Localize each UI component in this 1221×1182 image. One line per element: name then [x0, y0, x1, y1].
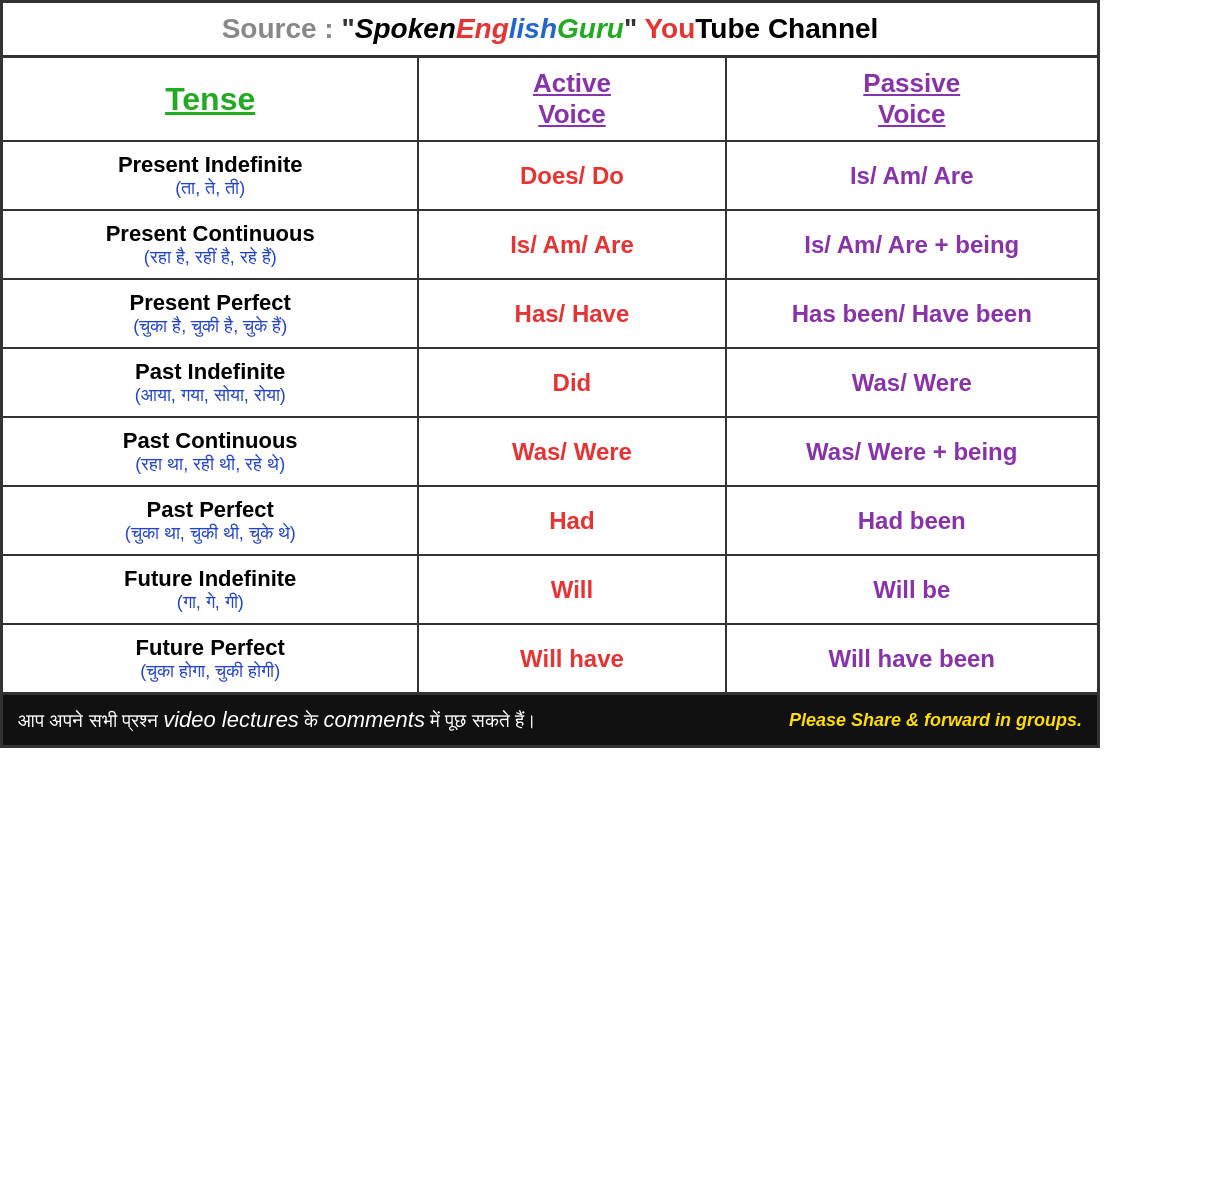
source-label: Source :	[222, 13, 334, 44]
table-row: Future Indefinite(गा, गे, गी)WillWill be	[2, 555, 1099, 624]
tense-cell: Past Indefinite(आया, गया, सोया, रोया)	[2, 348, 419, 417]
tense-cell: Present Indefinite(ता, ते, ती)	[2, 141, 419, 210]
active-cell: Was/ Were	[418, 417, 725, 486]
passive-cell: Is/ Am/ Are	[726, 141, 1099, 210]
spoken-text: Spoken	[355, 13, 456, 44]
table-row: Future Perfect(चुका होगा, चुकी होगी)Will…	[2, 624, 1099, 694]
passive-cell: Was/ Were	[726, 348, 1099, 417]
active-cell: Will	[418, 555, 725, 624]
open-quote: "	[341, 13, 354, 44]
passive-cell: Was/ Were + being	[726, 417, 1099, 486]
tube-text: Tube	[695, 13, 760, 44]
tense-cell: Future Indefinite(गा, गे, गी)	[2, 555, 419, 624]
table-row: Past Continuous(रहा था, रही थी, रहे थे)W…	[2, 417, 1099, 486]
footer-right-text: Please Share & forward in groups.	[789, 710, 1082, 731]
passive-cell: Will have been	[726, 624, 1099, 694]
tense-cell: Past Continuous(रहा था, रही थी, रहे थे)	[2, 417, 419, 486]
table-row: Present Indefinite(ता, ते, ती)Does/ DoIs…	[2, 141, 1099, 210]
you-text: You	[644, 13, 695, 44]
footer-left-text: आप अपने सभी प्रश्न video lectures के com…	[18, 707, 537, 733]
eng-text: Eng	[456, 13, 509, 44]
close-quote: "	[624, 13, 637, 44]
active-cell: Had	[418, 486, 725, 555]
active-cell: Will have	[418, 624, 725, 694]
channel-text: Channel	[768, 13, 878, 44]
tense-cell: Past Perfect(चुका था, चुकी थी, चुके थे)	[2, 486, 419, 555]
footer: आप अपने सभी प्रश्न video lectures के com…	[0, 695, 1100, 748]
active-cell: Does/ Do	[418, 141, 725, 210]
lish-text: lish	[509, 13, 557, 44]
header-tense: Tense	[2, 57, 419, 142]
tense-cell: Present Continuous(रहा है, रहीं है, रहे …	[2, 210, 419, 279]
passive-cell: Will be	[726, 555, 1099, 624]
header: Source : "SpokenEnglishGuru" YouTube Cha…	[0, 0, 1100, 55]
tense-cell: Future Perfect(चुका होगा, चुकी होगी)	[2, 624, 419, 694]
table-header-row: Tense ActiveVoice PassiveVoice	[2, 57, 1099, 142]
header-passive: PassiveVoice	[726, 57, 1099, 142]
table-row: Present Continuous(रहा है, रहीं है, रहे …	[2, 210, 1099, 279]
guru-text: Guru	[557, 13, 624, 44]
table-row: Present Perfect(चुका है, चुकी है, चुके ह…	[2, 279, 1099, 348]
table-row: Past Perfect(चुका था, चुकी थी, चुके थे)H…	[2, 486, 1099, 555]
passive-cell: Had been	[726, 486, 1099, 555]
header-active: ActiveVoice	[418, 57, 725, 142]
passive-cell: Is/ Am/ Are + being	[726, 210, 1099, 279]
active-cell: Did	[418, 348, 725, 417]
active-cell: Is/ Am/ Are	[418, 210, 725, 279]
active-cell: Has/ Have	[418, 279, 725, 348]
table-row: Past Indefinite(आया, गया, सोया, रोया)Did…	[2, 348, 1099, 417]
passive-cell: Has been/ Have been	[726, 279, 1099, 348]
tense-cell: Present Perfect(चुका है, चुकी है, चुके ह…	[2, 279, 419, 348]
tense-table: Tense ActiveVoice PassiveVoice Present I…	[0, 55, 1100, 695]
